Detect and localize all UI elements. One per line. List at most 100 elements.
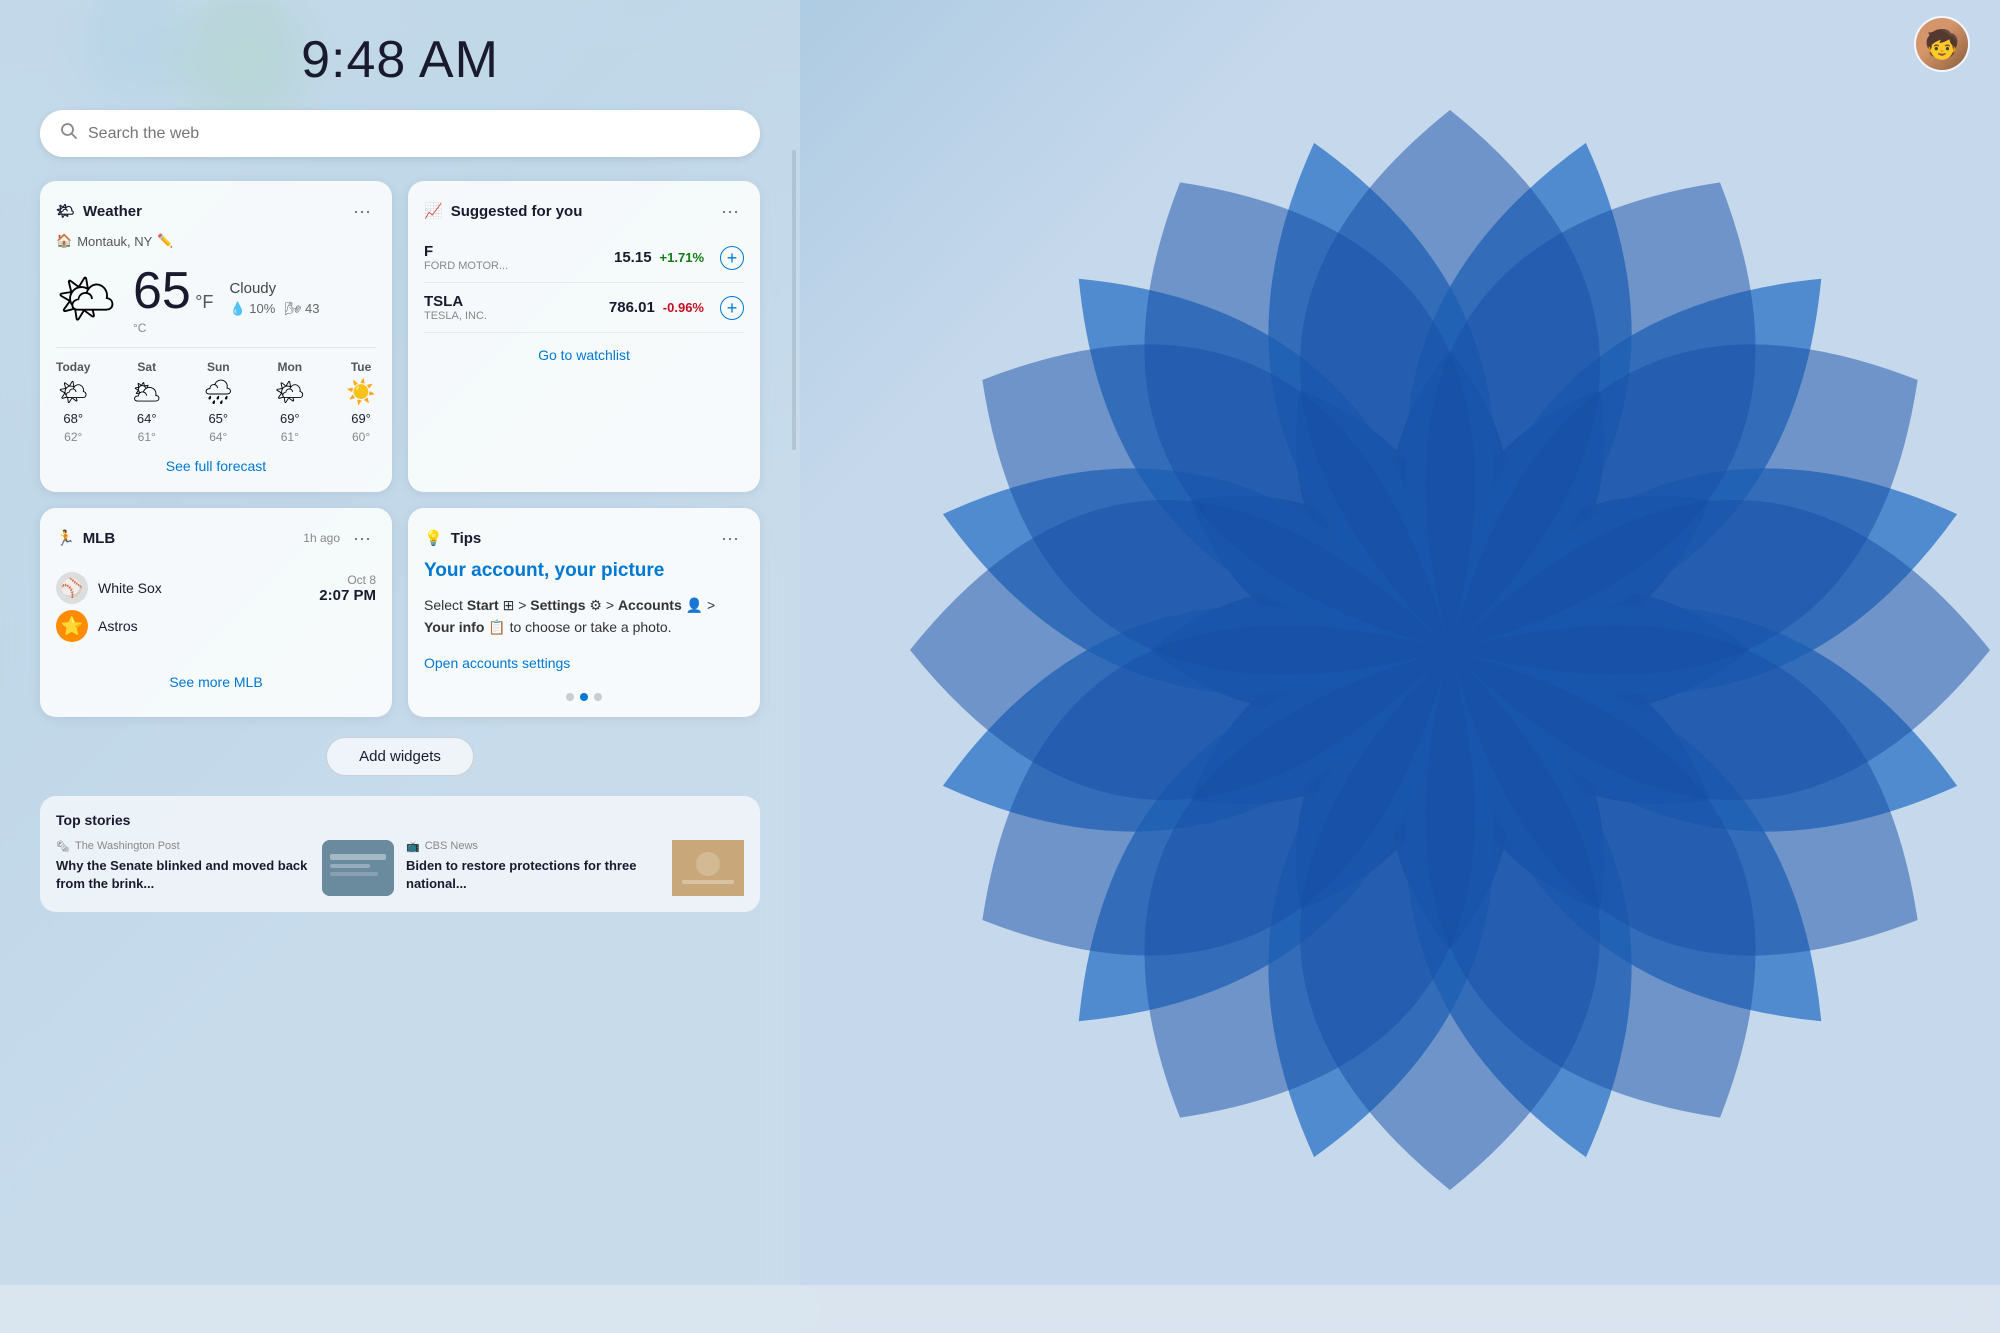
mlb-header: 🏃 MLB 1h ago ··· (56, 524, 376, 552)
game-time: 2:07 PM (319, 587, 376, 604)
weather-menu-button[interactable]: ··· (348, 197, 376, 225)
forecast-mon-label: Mon (277, 360, 302, 374)
tips-accounts-bold: Accounts (618, 597, 682, 613)
forecast-sat: Sat 🌥 64° 61° (132, 360, 162, 444)
weather-header: 🌤 Weather ··· (56, 197, 376, 225)
story-item-biden[interactable]: 📺 CBS News Biden to restore protections … (406, 840, 744, 896)
mlb-widget: 🏃 MLB 1h ago ··· ⚾ White Sox Oct 8 2:07 … (40, 508, 392, 717)
story-senate-thumbnail (322, 840, 394, 896)
forecast-today-low: 62° (64, 430, 82, 444)
open-accounts-settings-link[interactable]: Open accounts settings (424, 655, 570, 671)
weather-description: Cloudy (229, 280, 319, 297)
top-stories-title: Top stories (56, 812, 744, 828)
add-widgets-row: Add widgets (40, 737, 760, 776)
forecast-today: Today 🌤 68° 62° (56, 360, 90, 444)
weather-forecast: Today 🌤 68° 62° Sat 🌥 64° 61° Sun 🌧 65° … (56, 347, 376, 444)
add-widgets-button[interactable]: Add widgets (326, 737, 474, 776)
stock-tsla-ticker: TSLA (424, 293, 487, 310)
weather-description-col: Cloudy 💧 10% 🌬 43 (229, 280, 319, 317)
stock-tsla-price: 786.01 (595, 299, 655, 316)
carousel-dot-3[interactable] (594, 693, 602, 701)
carousel-dot-2[interactable] (580, 693, 588, 701)
forecast-mon: Mon 🌤 69° 61° (275, 360, 305, 444)
forecast-tue-low: 60° (352, 430, 370, 444)
story-senate-source: 🗞 The Washington Post (56, 840, 312, 853)
team2-row: ⭐ Astros (56, 610, 376, 642)
story-biden-headline: Biden to restore protections for three n… (406, 857, 662, 893)
team2-name: Astros (98, 618, 138, 634)
stocks-menu-button[interactable]: ··· (716, 197, 744, 225)
stories-grid: 🗞 The Washington Post Why the Senate bli… (56, 840, 744, 896)
forecast-today-high: 68° (63, 411, 83, 426)
tips-card-title: Your account, your picture (424, 560, 744, 582)
stock-f-add-button[interactable]: + (720, 246, 744, 270)
mlb-time-ago: 1h ago (303, 531, 340, 545)
forecast-sat-icon: 🌥 (132, 378, 162, 407)
tips-widget: 💡 Tips ··· Your account, your picture Se… (408, 508, 760, 717)
weather-humidity: 💧 10% 🌬 43 (229, 301, 319, 317)
story-biden-thumbnail (672, 840, 744, 896)
tips-settings-bold: Settings (530, 597, 585, 613)
see-full-forecast-link[interactable]: See full forecast (166, 458, 266, 474)
forecast-today-label: Today (56, 360, 90, 374)
weather-temp: 65 (133, 262, 191, 320)
go-watchlist-link[interactable]: Go to watchlist (538, 347, 630, 363)
stock-f-values: 15.15 +1.71% + (592, 246, 744, 270)
washington-post-name: The Washington Post (75, 840, 180, 852)
weather-icon: 🌤 (56, 202, 75, 220)
weather-temp-block: 65 °F °C (133, 261, 214, 335)
stock-f-change: +1.71% (660, 250, 704, 265)
tips-title-text: Tips (451, 530, 482, 547)
forecast-mon-low: 61° (281, 430, 299, 444)
carousel-dot-1[interactable] (566, 693, 574, 701)
stock-f-info: F FORD MOTOR... (424, 243, 508, 272)
stock-f-ticker: F (424, 243, 508, 260)
tips-link[interactable]: Open accounts settings (424, 655, 744, 673)
search-bar[interactable] (40, 110, 760, 157)
weather-widget: 🌤 Weather ··· 🏠 Montauk, NY ✏️ 🌤 65 °F °… (40, 181, 392, 492)
time-display: 9:48 AM (40, 30, 760, 90)
see-more-mlb[interactable]: See more MLB (56, 674, 376, 692)
game-date: Oct 8 (319, 573, 376, 587)
weather-location: 🏠 Montauk, NY ✏️ (56, 233, 376, 249)
weather-condition-icon: 🌤 (56, 270, 117, 327)
forecast-today-icon: 🌤 (58, 378, 88, 407)
tips-header: 💡 Tips ··· (424, 524, 744, 552)
stocks-title-row: 📈 Suggested for you (424, 202, 582, 220)
forecast-sun-high: 65° (208, 411, 228, 426)
stocks-title: Suggested for you (451, 203, 583, 220)
stock-f-price: 15.15 (592, 249, 652, 266)
mlb-menu-button[interactable]: ··· (348, 524, 376, 552)
tips-body: Select Start ⊞ > Settings ⚙ > Accounts 👤… (424, 594, 744, 639)
user-avatar[interactable]: 🧒 (1914, 16, 1970, 72)
search-input[interactable] (88, 125, 740, 143)
home-icon: 🏠 (56, 233, 72, 249)
story-senate-headline: Why the Senate blinked and moved back fr… (56, 857, 312, 893)
forecast-tue-icon: ☀️ (346, 378, 376, 407)
team1-row: ⚾ White Sox Oct 8 2:07 PM (56, 572, 376, 604)
search-icon (60, 122, 78, 145)
forecast-sun-icon: 🌧 (203, 378, 233, 407)
taskbar (0, 1285, 2000, 1333)
forecast-sat-label: Sat (137, 360, 156, 374)
stock-tsla-name: TESLA, INC. (424, 310, 487, 322)
weather-title-row: 🌤 Weather (56, 202, 142, 220)
forecast-sun-label: Sun (207, 360, 230, 374)
see-more-mlb-link[interactable]: See more MLB (169, 674, 262, 690)
cbs-news-icon: 📺 (406, 840, 420, 853)
stock-tsla-change: -0.96% (663, 300, 704, 315)
top-stories-section: Top stories 🗞 The Washington Post Why th… (40, 796, 760, 912)
tips-menu-button[interactable]: ··· (716, 524, 744, 552)
stock-tsla-add-button[interactable]: + (720, 296, 744, 320)
team2-logo: ⭐ (56, 610, 88, 642)
widget-panel: 9:48 AM 🌤 Weather ··· 🏠 Montauk, N (0, 0, 800, 1333)
go-watchlist[interactable]: Go to watchlist (424, 347, 744, 365)
stock-tsla-info: TSLA TESLA, INC. (424, 293, 487, 322)
edit-icon[interactable]: ✏️ (157, 233, 173, 249)
see-full-forecast[interactable]: See full forecast (56, 458, 376, 476)
weather-unit: °F (195, 292, 213, 312)
story-item-senate[interactable]: 🗞 The Washington Post Why the Senate bli… (56, 840, 394, 896)
tips-title-row: 💡 Tips (424, 529, 481, 547)
stocks-icon: 📈 (424, 202, 443, 220)
forecast-sat-high: 64° (137, 411, 157, 426)
